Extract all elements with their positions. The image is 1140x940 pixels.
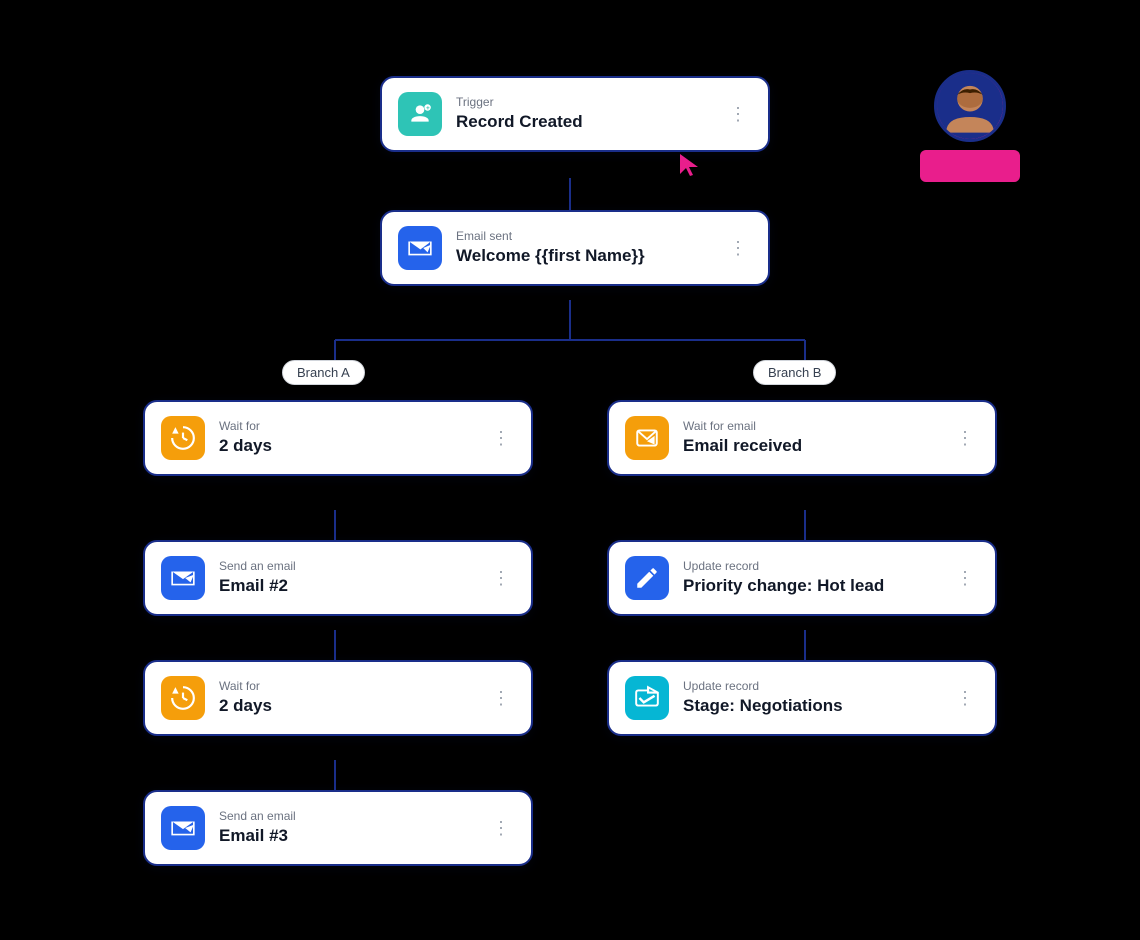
wait-b1-card[interactable]: Wait for email Email received ⋮ xyxy=(607,400,997,476)
send-email-3-icon xyxy=(161,806,205,850)
update-record-2-label: Update record xyxy=(683,679,938,695)
trigger-text: Trigger Record Created xyxy=(456,95,711,133)
send-email-2-card[interactable]: Send an email Email #2 ⋮ xyxy=(143,540,533,616)
send-email-3-label: Send an email xyxy=(219,809,474,825)
send-email-3-card[interactable]: Send an email Email #3 ⋮ xyxy=(143,790,533,866)
email-sent-menu[interactable]: ⋮ xyxy=(725,236,752,261)
trigger-label: Trigger xyxy=(456,95,711,111)
wait-a2-label: Wait for xyxy=(219,679,474,695)
update-record-2-title: Stage: Negotiations xyxy=(683,695,938,717)
svg-text:+: + xyxy=(426,105,430,112)
wait-b1-title: Email received xyxy=(683,435,938,457)
email-sent-card[interactable]: Email sent Welcome {{first Name}} ⋮ xyxy=(380,210,770,286)
wait-a2-card[interactable]: Wait for 2 days ⋮ xyxy=(143,660,533,736)
wait-b1-label: Wait for email xyxy=(683,419,938,435)
send-email-3-menu[interactable]: ⋮ xyxy=(488,816,515,841)
wait-a1-label: Wait for xyxy=(219,419,474,435)
trigger-menu[interactable]: ⋮ xyxy=(725,102,752,127)
wait-a1-title: 2 days xyxy=(219,435,474,457)
pink-bar xyxy=(920,150,1020,182)
send-email-2-label: Send an email xyxy=(219,559,474,575)
email-sent-icon xyxy=(398,226,442,270)
update-record-1-icon xyxy=(625,556,669,600)
trigger-title: Record Created xyxy=(456,111,711,133)
update-record-1-text: Update record Priority change: Hot lead xyxy=(683,559,938,597)
wait-a2-menu[interactable]: ⋮ xyxy=(488,686,515,711)
wait-a2-icon xyxy=(161,676,205,720)
trigger-icon: + xyxy=(398,92,442,136)
workflow-canvas: + Trigger Record Created ⋮ Email sent We… xyxy=(0,0,1140,940)
update-record-2-icon xyxy=(625,676,669,720)
avatar-container xyxy=(920,70,1020,182)
wait-a1-text: Wait for 2 days xyxy=(219,419,474,457)
wait-b1-text: Wait for email Email received xyxy=(683,419,938,457)
update-record-1-label: Update record xyxy=(683,559,938,575)
wait-a1-card[interactable]: Wait for 2 days ⋮ xyxy=(143,400,533,476)
send-email-2-menu[interactable]: ⋮ xyxy=(488,566,515,591)
wait-a1-icon xyxy=(161,416,205,460)
update-record-2-menu[interactable]: ⋮ xyxy=(952,686,979,711)
wait-a2-text: Wait for 2 days xyxy=(219,679,474,717)
send-email-2-text: Send an email Email #2 xyxy=(219,559,474,597)
send-email-3-text: Send an email Email #3 xyxy=(219,809,474,847)
update-record-1-title: Priority change: Hot lead xyxy=(683,575,938,597)
send-email-3-title: Email #3 xyxy=(219,825,474,847)
send-email-2-title: Email #2 xyxy=(219,575,474,597)
cursor-pointer xyxy=(678,152,700,183)
avatar xyxy=(934,70,1006,142)
update-record-1-card[interactable]: Update record Priority change: Hot lead … xyxy=(607,540,997,616)
email-sent-text: Email sent Welcome {{first Name}} xyxy=(456,229,711,267)
update-record-2-text: Update record Stage: Negotiations xyxy=(683,679,938,717)
wait-b1-menu[interactable]: ⋮ xyxy=(952,426,979,451)
email-sent-label: Email sent xyxy=(456,229,711,245)
branch-b-label: Branch B xyxy=(753,360,836,385)
wait-a2-title: 2 days xyxy=(219,695,474,717)
wait-b1-icon xyxy=(625,416,669,460)
update-record-1-menu[interactable]: ⋮ xyxy=(952,566,979,591)
branch-a-label: Branch A xyxy=(282,360,365,385)
send-email-2-icon xyxy=(161,556,205,600)
trigger-card[interactable]: + Trigger Record Created ⋮ xyxy=(380,76,770,152)
wait-a1-menu[interactable]: ⋮ xyxy=(488,426,515,451)
update-record-2-card[interactable]: Update record Stage: Negotiations ⋮ xyxy=(607,660,997,736)
email-sent-title: Welcome {{first Name}} xyxy=(456,245,711,267)
